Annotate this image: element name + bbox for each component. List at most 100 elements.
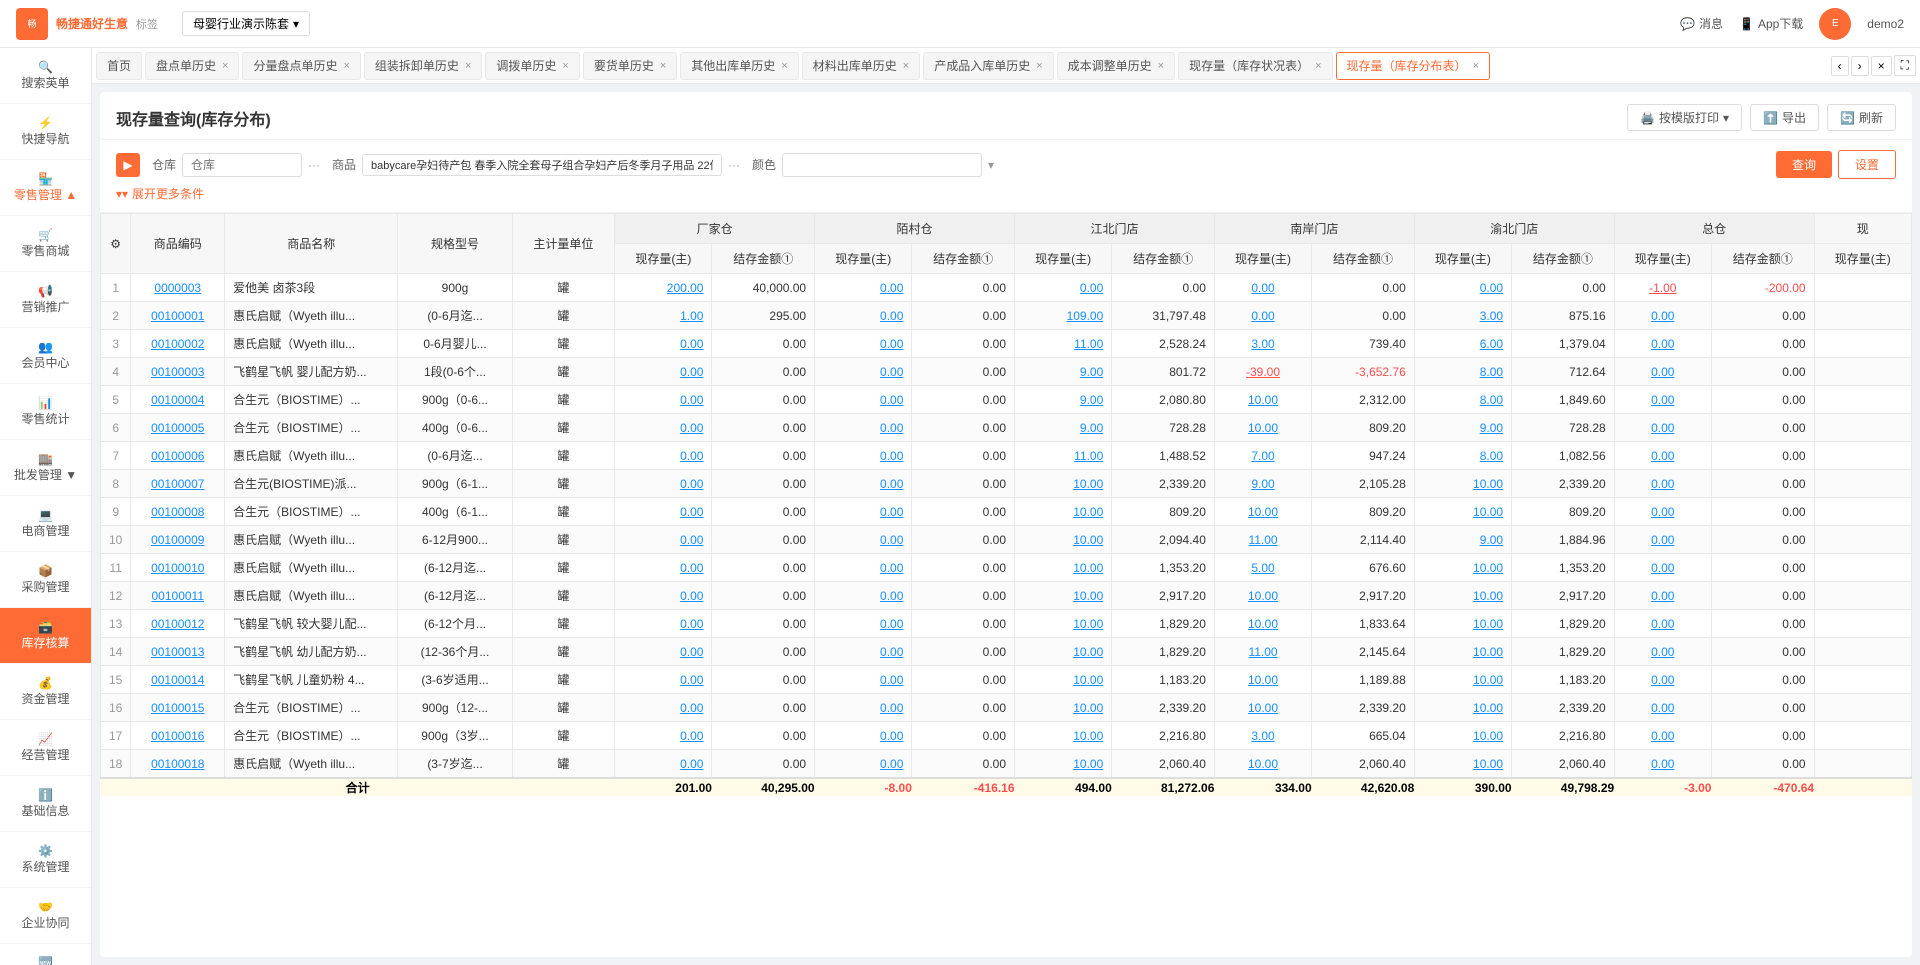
cell-mocun-qty[interactable]: 0.00 [815, 610, 912, 638]
cell-total-qty[interactable]: -1.00 [1614, 274, 1711, 302]
cell-mocun-qty[interactable]: 0.00 [815, 302, 912, 330]
cell-code[interactable]: 0000003 [131, 274, 225, 302]
cell-total-qty[interactable]: 0.00 [1614, 666, 1711, 694]
cell-total-qty[interactable]: 0.00 [1614, 554, 1711, 582]
cell-jiangbei-qty[interactable]: 9.00 [1015, 386, 1112, 414]
tab-partial-stocktake[interactable]: 分量盘点单历史× [242, 52, 360, 80]
tab-expand-btn[interactable]: ⛶ [1894, 55, 1916, 76]
cell-code[interactable]: 00100008 [131, 498, 225, 526]
cell-mocun-qty[interactable]: 0.00 [815, 470, 912, 498]
sidebar-item-ecommerce[interactable]: 💻电商管理 [0, 496, 91, 552]
cell-mocun-qty[interactable]: 0.00 [815, 442, 912, 470]
cell-factory-qty[interactable]: 200.00 [615, 274, 712, 302]
cell-jiangbei-qty[interactable]: 9.00 [1015, 414, 1112, 442]
cell-yubei-qty[interactable]: 10.00 [1414, 554, 1511, 582]
cell-total-qty[interactable]: 0.00 [1614, 610, 1711, 638]
table-container[interactable]: ⚙ 商品编码 商品名称 规格型号 主计量单位 厂家仓 陌村仓 江北门店 南岸门店… [100, 213, 1912, 957]
cell-factory-qty[interactable]: 0.00 [615, 582, 712, 610]
tab-requisition[interactable]: 要货单历史× [583, 52, 677, 80]
cell-code[interactable]: 00100006 [131, 442, 225, 470]
sidebar-item-wholesale[interactable]: 🏬批发管理 ▼ [0, 440, 91, 496]
tab-close-4[interactable]: × [562, 60, 568, 72]
cell-yubei-qty[interactable]: 10.00 [1414, 610, 1511, 638]
cell-code[interactable]: 00100003 [131, 358, 225, 386]
tab-close-8[interactable]: × [1036, 60, 1042, 72]
cell-nanan-qty[interactable]: 10.00 [1214, 582, 1311, 610]
query-btn[interactable]: 查询 [1776, 151, 1832, 178]
tab-close-11[interactable]: × [1473, 60, 1479, 72]
cell-nanan-qty[interactable]: 10.00 [1214, 414, 1311, 442]
cell-mocun-qty[interactable]: 0.00 [815, 582, 912, 610]
tab-home[interactable]: 首页 [96, 52, 142, 80]
cell-code[interactable]: 00100011 [131, 582, 225, 610]
cell-yubei-qty[interactable]: 10.00 [1414, 666, 1511, 694]
sidebar-item-marketing[interactable]: 📢营销推广 [0, 272, 91, 328]
cell-total-qty[interactable]: 0.00 [1614, 330, 1711, 358]
cell-nanan-qty[interactable]: 10.00 [1214, 666, 1311, 694]
cell-jiangbei-qty[interactable]: 9.00 [1015, 358, 1112, 386]
color-dropdown-icon[interactable]: ▾ [988, 158, 994, 172]
sidebar-item-search[interactable]: 🔍搜索英单 [0, 48, 91, 104]
cell-code[interactable]: 00100015 [131, 694, 225, 722]
cell-total-qty[interactable]: 0.00 [1614, 470, 1711, 498]
cell-mocun-qty[interactable]: 0.00 [815, 722, 912, 750]
filter-toggle-btn[interactable]: ▶ [116, 153, 140, 177]
warehouse-more-icon[interactable]: ··· [308, 158, 320, 172]
cell-total-qty[interactable]: 0.00 [1614, 386, 1711, 414]
cell-nanan-qty[interactable]: 10.00 [1214, 750, 1311, 779]
cell-jiangbei-qty[interactable]: 10.00 [1015, 526, 1112, 554]
cell-nanan-qty[interactable]: 10.00 [1214, 498, 1311, 526]
cell-mocun-qty[interactable]: 0.00 [815, 526, 912, 554]
cell-nanan-qty[interactable]: 11.00 [1214, 526, 1311, 554]
cell-factory-qty[interactable]: 0.00 [615, 666, 712, 694]
cell-total-qty[interactable]: 0.00 [1614, 750, 1711, 779]
cell-yubei-qty[interactable]: 3.00 [1414, 302, 1511, 330]
cell-yubei-qty[interactable]: 0.00 [1414, 274, 1511, 302]
setting-btn[interactable]: 设置 [1838, 150, 1896, 179]
tab-close-5[interactable]: × [660, 60, 666, 72]
tab-prev-btn[interactable]: ‹ [1831, 56, 1849, 76]
cell-total-qty[interactable]: 0.00 [1614, 526, 1711, 554]
cell-factory-qty[interactable]: 0.00 [615, 386, 712, 414]
cell-total-qty[interactable]: 0.00 [1614, 302, 1711, 330]
cell-jiangbei-qty[interactable]: 11.00 [1015, 330, 1112, 358]
cell-jiangbei-qty[interactable]: 0.00 [1015, 274, 1112, 302]
cell-nanan-qty[interactable]: 3.00 [1214, 330, 1311, 358]
tab-close-1[interactable]: × [222, 60, 228, 72]
cell-total-qty[interactable]: 0.00 [1614, 498, 1711, 526]
sidebar-item-guide[interactable]: 🆕新手引导 [0, 944, 91, 965]
tab-cost-adjust[interactable]: 成本调整单历史× [1057, 52, 1175, 80]
cell-nanan-qty[interactable]: 5.00 [1214, 554, 1311, 582]
app-download-btn[interactable]: 📱 App下载 [1739, 15, 1803, 32]
cell-mocun-qty[interactable]: 0.00 [815, 386, 912, 414]
cell-mocun-qty[interactable]: 0.00 [815, 330, 912, 358]
tab-close-2[interactable]: × [343, 60, 349, 72]
warehouse-input[interactable] [182, 153, 302, 177]
cell-yubei-qty[interactable]: 10.00 [1414, 470, 1511, 498]
cell-jiangbei-qty[interactable]: 10.00 [1015, 694, 1112, 722]
tab-other-outbound[interactable]: 其他出库单历史× [680, 52, 798, 80]
cell-jiangbei-qty[interactable]: 10.00 [1015, 610, 1112, 638]
cell-factory-qty[interactable]: 0.00 [615, 694, 712, 722]
cell-jiangbei-qty[interactable]: 10.00 [1015, 470, 1112, 498]
cell-factory-qty[interactable]: 0.00 [615, 638, 712, 666]
goods-more-icon[interactable]: ··· [728, 158, 740, 172]
cell-nanan-qty[interactable]: 10.00 [1214, 610, 1311, 638]
cell-yubei-qty[interactable]: 8.00 [1414, 358, 1511, 386]
sidebar-item-member[interactable]: 👥会员中心 [0, 328, 91, 384]
cell-total-qty[interactable]: 0.00 [1614, 694, 1711, 722]
cell-mocun-qty[interactable]: 0.00 [815, 694, 912, 722]
cell-code[interactable]: 00100010 [131, 554, 225, 582]
export-btn[interactable]: ⬆️ 导出 [1750, 104, 1819, 131]
tab-close-9[interactable]: × [1158, 60, 1164, 72]
cell-yubei-qty[interactable]: 10.00 [1414, 750, 1511, 779]
cell-yubei-qty[interactable]: 6.00 [1414, 330, 1511, 358]
cell-factory-qty[interactable]: 0.00 [615, 610, 712, 638]
cell-jiangbei-qty[interactable]: 10.00 [1015, 554, 1112, 582]
tab-material-outbound[interactable]: 材料出库单历史× [802, 52, 920, 80]
message-btn[interactable]: 💬 消息 [1680, 15, 1723, 32]
cell-jiangbei-qty[interactable]: 10.00 [1015, 498, 1112, 526]
print-btn[interactable]: 🖨️ 按模版打印 ▾ [1627, 104, 1742, 131]
tab-close-3[interactable]: × [465, 60, 471, 72]
cell-yubei-qty[interactable]: 10.00 [1414, 582, 1511, 610]
